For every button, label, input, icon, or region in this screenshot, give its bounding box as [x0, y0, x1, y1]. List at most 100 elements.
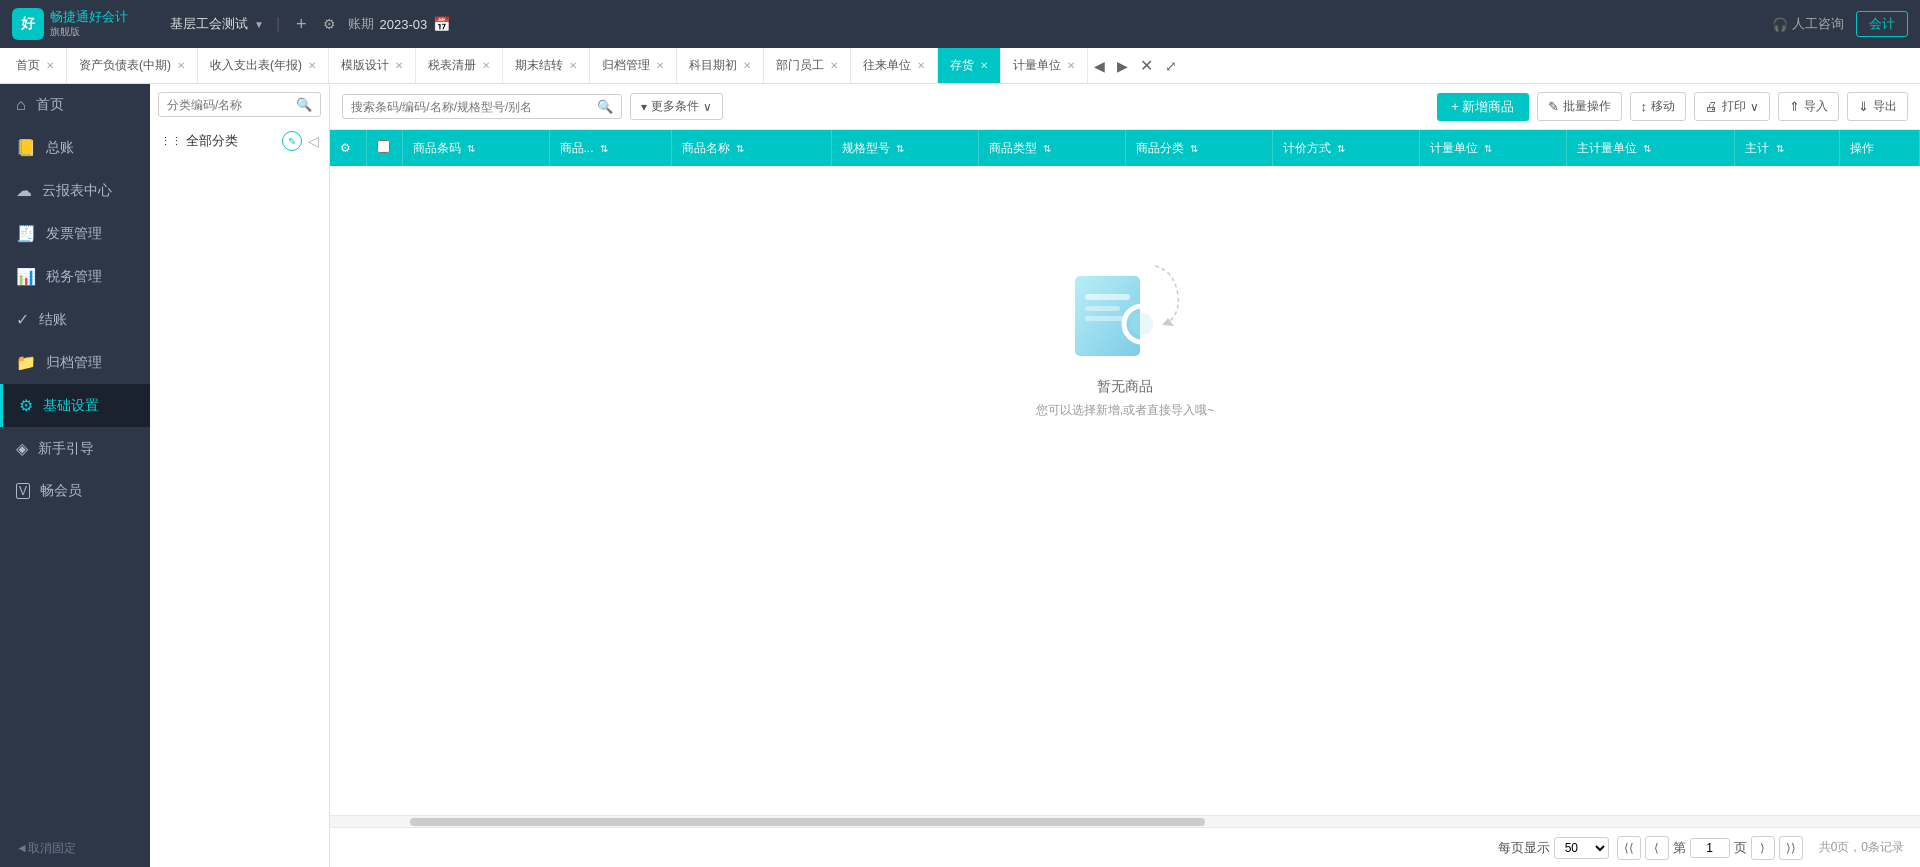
tab-subject[interactable]: 科目期初 ✕ [677, 48, 764, 84]
col-main-count[interactable]: 主计 ⇅ [1735, 130, 1840, 166]
calendar-icon[interactable]: 📅 [433, 16, 450, 32]
category-search-input[interactable] [167, 98, 296, 112]
sort-icon: ⇅ [1484, 143, 1492, 154]
first-page-button[interactable]: ⟨⟨ [1617, 836, 1641, 860]
filter-icon: ▾ [641, 100, 647, 114]
close-tab-icon[interactable]: ✕ [308, 60, 316, 71]
close-tab-icon[interactable]: ✕ [569, 60, 577, 71]
col-type[interactable]: 商品类型 ⇅ [978, 130, 1125, 166]
sort-icon: ⇅ [1643, 143, 1651, 154]
page-size-selector[interactable]: 每页显示 50 10 20 100 [1498, 837, 1609, 859]
page-size-select[interactable]: 50 10 20 100 [1554, 837, 1609, 859]
close-tab-icon[interactable]: ✕ [482, 60, 490, 71]
col-name[interactable]: 商品名称 ⇅ [671, 130, 831, 166]
grid-icon: ⋮⋮ [160, 135, 182, 148]
move-button[interactable]: ↕ 移动 [1630, 92, 1687, 121]
close-tab-icon[interactable]: ✕ [46, 60, 54, 71]
sidebar-item-guide[interactable]: ◈ 新手引导 [0, 427, 150, 470]
tab-unit[interactable]: 计量单位 ✕ [1001, 48, 1088, 84]
select-all-checkbox[interactable] [377, 140, 390, 153]
toolbar: 🔍 ▾ 更多条件 ∨ + 新增商品 ✎ 批量操作 [330, 84, 1920, 130]
col-barcode[interactable]: 商品条码 ⇅ [402, 130, 549, 166]
next-page-button[interactable]: ⟩ [1751, 836, 1775, 860]
export-button[interactable]: ⇓ 导出 [1847, 92, 1908, 121]
close-tab-icon[interactable]: ✕ [177, 60, 185, 71]
close-tab-icon[interactable]: ✕ [395, 60, 403, 71]
col-main-unit[interactable]: 主计量单位 ⇅ [1567, 130, 1735, 166]
sidebar-item-home[interactable]: ⌂ 首页 [0, 84, 150, 126]
tab-income[interactable]: 收入支出表(年报) ✕ [198, 48, 329, 84]
guide-icon: ◈ [16, 439, 28, 458]
collapse-panel-button[interactable]: ◁ [308, 131, 319, 151]
col-spec[interactable]: 规格型号 ⇅ [831, 130, 978, 166]
maximize-button[interactable]: ⤢ [1159, 48, 1183, 84]
cancel-fixed-button[interactable]: ◄取消固定 [0, 830, 150, 867]
close-tab-icon[interactable]: ✕ [830, 60, 838, 71]
page-number-input[interactable] [1690, 838, 1730, 858]
sidebar: ⌂ 首页 📒 总账 ☁ 云报表中心 🧾 发票管理 📊 税务管理 ✓ 结账 📁 归… [0, 84, 150, 867]
tab-dept[interactable]: 部门员工 ✕ [764, 48, 851, 84]
category-all-header[interactable]: ⋮⋮ 全部分类 ✎ ◁ [150, 125, 329, 157]
empty-subtitle: 您可以选择新增,或者直接导入哦~ [1036, 402, 1214, 419]
tab-period-transfer[interactable]: 期末结转 ✕ [503, 48, 590, 84]
company-selector[interactable]: 基层工会测试 ▼ [170, 15, 264, 33]
search-icon[interactable]: 🔍 [296, 97, 312, 112]
tab-archive[interactable]: 归档管理 ✕ [590, 48, 677, 84]
product-search-input[interactable] [351, 100, 597, 114]
category-search-box[interactable]: 🔍 [158, 92, 321, 117]
sidebar-item-ledger[interactable]: 📒 总账 [0, 126, 150, 169]
import-icon: ⇑ [1789, 99, 1800, 114]
last-page-button[interactable]: ⟩⟩ [1779, 836, 1803, 860]
col-settings[interactable]: ⚙ [330, 130, 366, 166]
sidebar-item-close[interactable]: ✓ 结账 [0, 298, 150, 341]
import-button[interactable]: ⇑ 导入 [1778, 92, 1839, 121]
product-search-icon[interactable]: 🔍 [597, 99, 613, 114]
sidebar-item-tax[interactable]: 📊 税务管理 [0, 255, 150, 298]
sidebar-item-archive[interactable]: 📁 归档管理 [0, 341, 150, 384]
sidebar-item-settings[interactable]: ⚙ 基础设置 [0, 384, 150, 427]
print-button[interactable]: 🖨 打印 ∨ [1694, 92, 1770, 121]
move-icon: ↕ [1641, 99, 1648, 114]
tab-balance-sheet[interactable]: 资产负债表(中期) ✕ [67, 48, 198, 84]
page-navigation: ⟨⟨ ⟨ 第 页 ⟩ ⟩⟩ [1617, 836, 1803, 860]
close-period-icon: ✓ [16, 310, 29, 329]
sidebar-item-invoice[interactable]: 🧾 发票管理 [0, 212, 150, 255]
prev-page-button[interactable]: ⟨ [1645, 836, 1669, 860]
col-category[interactable]: 商品分类 ⇅ [1125, 130, 1272, 166]
category-panel: 🔍 ⋮⋮ 全部分类 ✎ ◁ [150, 84, 330, 867]
tab-contacts[interactable]: 往来单位 ✕ [851, 48, 938, 84]
edit-category-button[interactable]: ✎ [282, 131, 302, 151]
tax-icon: 📊 [16, 267, 36, 286]
tab-inventory[interactable]: 存货 ✕ [938, 48, 1001, 84]
col-checkbox[interactable] [366, 130, 402, 166]
tab-next-button[interactable]: ▶ [1111, 48, 1134, 84]
close-tab-icon[interactable]: ✕ [1067, 60, 1075, 71]
tab-template[interactable]: 模版设计 ✕ [329, 48, 416, 84]
settings-icon[interactable]: ⚙ [319, 16, 340, 32]
filter-button[interactable]: ▾ 更多条件 ∨ [630, 93, 723, 120]
tab-home[interactable]: 首页 ✕ [4, 48, 67, 84]
close-all-tabs-button[interactable]: ✕ [1134, 48, 1159, 84]
col-price-method[interactable]: 计价方式 ⇅ [1272, 130, 1419, 166]
total-info: 共0页，0条记录 [1819, 839, 1904, 856]
add-product-button[interactable]: + 新增商品 [1437, 93, 1528, 121]
tab-tax[interactable]: 税表清册 ✕ [416, 48, 503, 84]
horizontal-scrollbar[interactable] [330, 815, 1920, 827]
col-unit[interactable]: 计量单位 ⇅ [1420, 130, 1567, 166]
sidebar-item-member[interactable]: V 畅会员 [0, 470, 150, 512]
batch-operation-button[interactable]: ✎ 批量操作 [1537, 92, 1622, 121]
close-tab-icon[interactable]: ✕ [980, 60, 988, 71]
add-tab-button[interactable]: + [292, 14, 311, 35]
support-button[interactable]: 🎧 人工咨询 [1772, 15, 1844, 33]
close-tab-icon[interactable]: ✕ [917, 60, 925, 71]
category-action-icons: ✎ ◁ [282, 131, 319, 151]
batch-icon: ✎ [1548, 99, 1559, 114]
close-tab-icon[interactable]: ✕ [743, 60, 751, 71]
sidebar-item-reports[interactable]: ☁ 云报表中心 [0, 169, 150, 212]
tab-prev-button[interactable]: ◀ [1088, 48, 1111, 84]
close-tab-icon[interactable]: ✕ [656, 60, 664, 71]
logo-icon: 好 [12, 8, 44, 40]
account-button[interactable]: 会计 [1856, 11, 1908, 37]
col-code[interactable]: 商品... ⇅ [549, 130, 671, 166]
product-search-bar[interactable]: 🔍 [342, 94, 622, 119]
